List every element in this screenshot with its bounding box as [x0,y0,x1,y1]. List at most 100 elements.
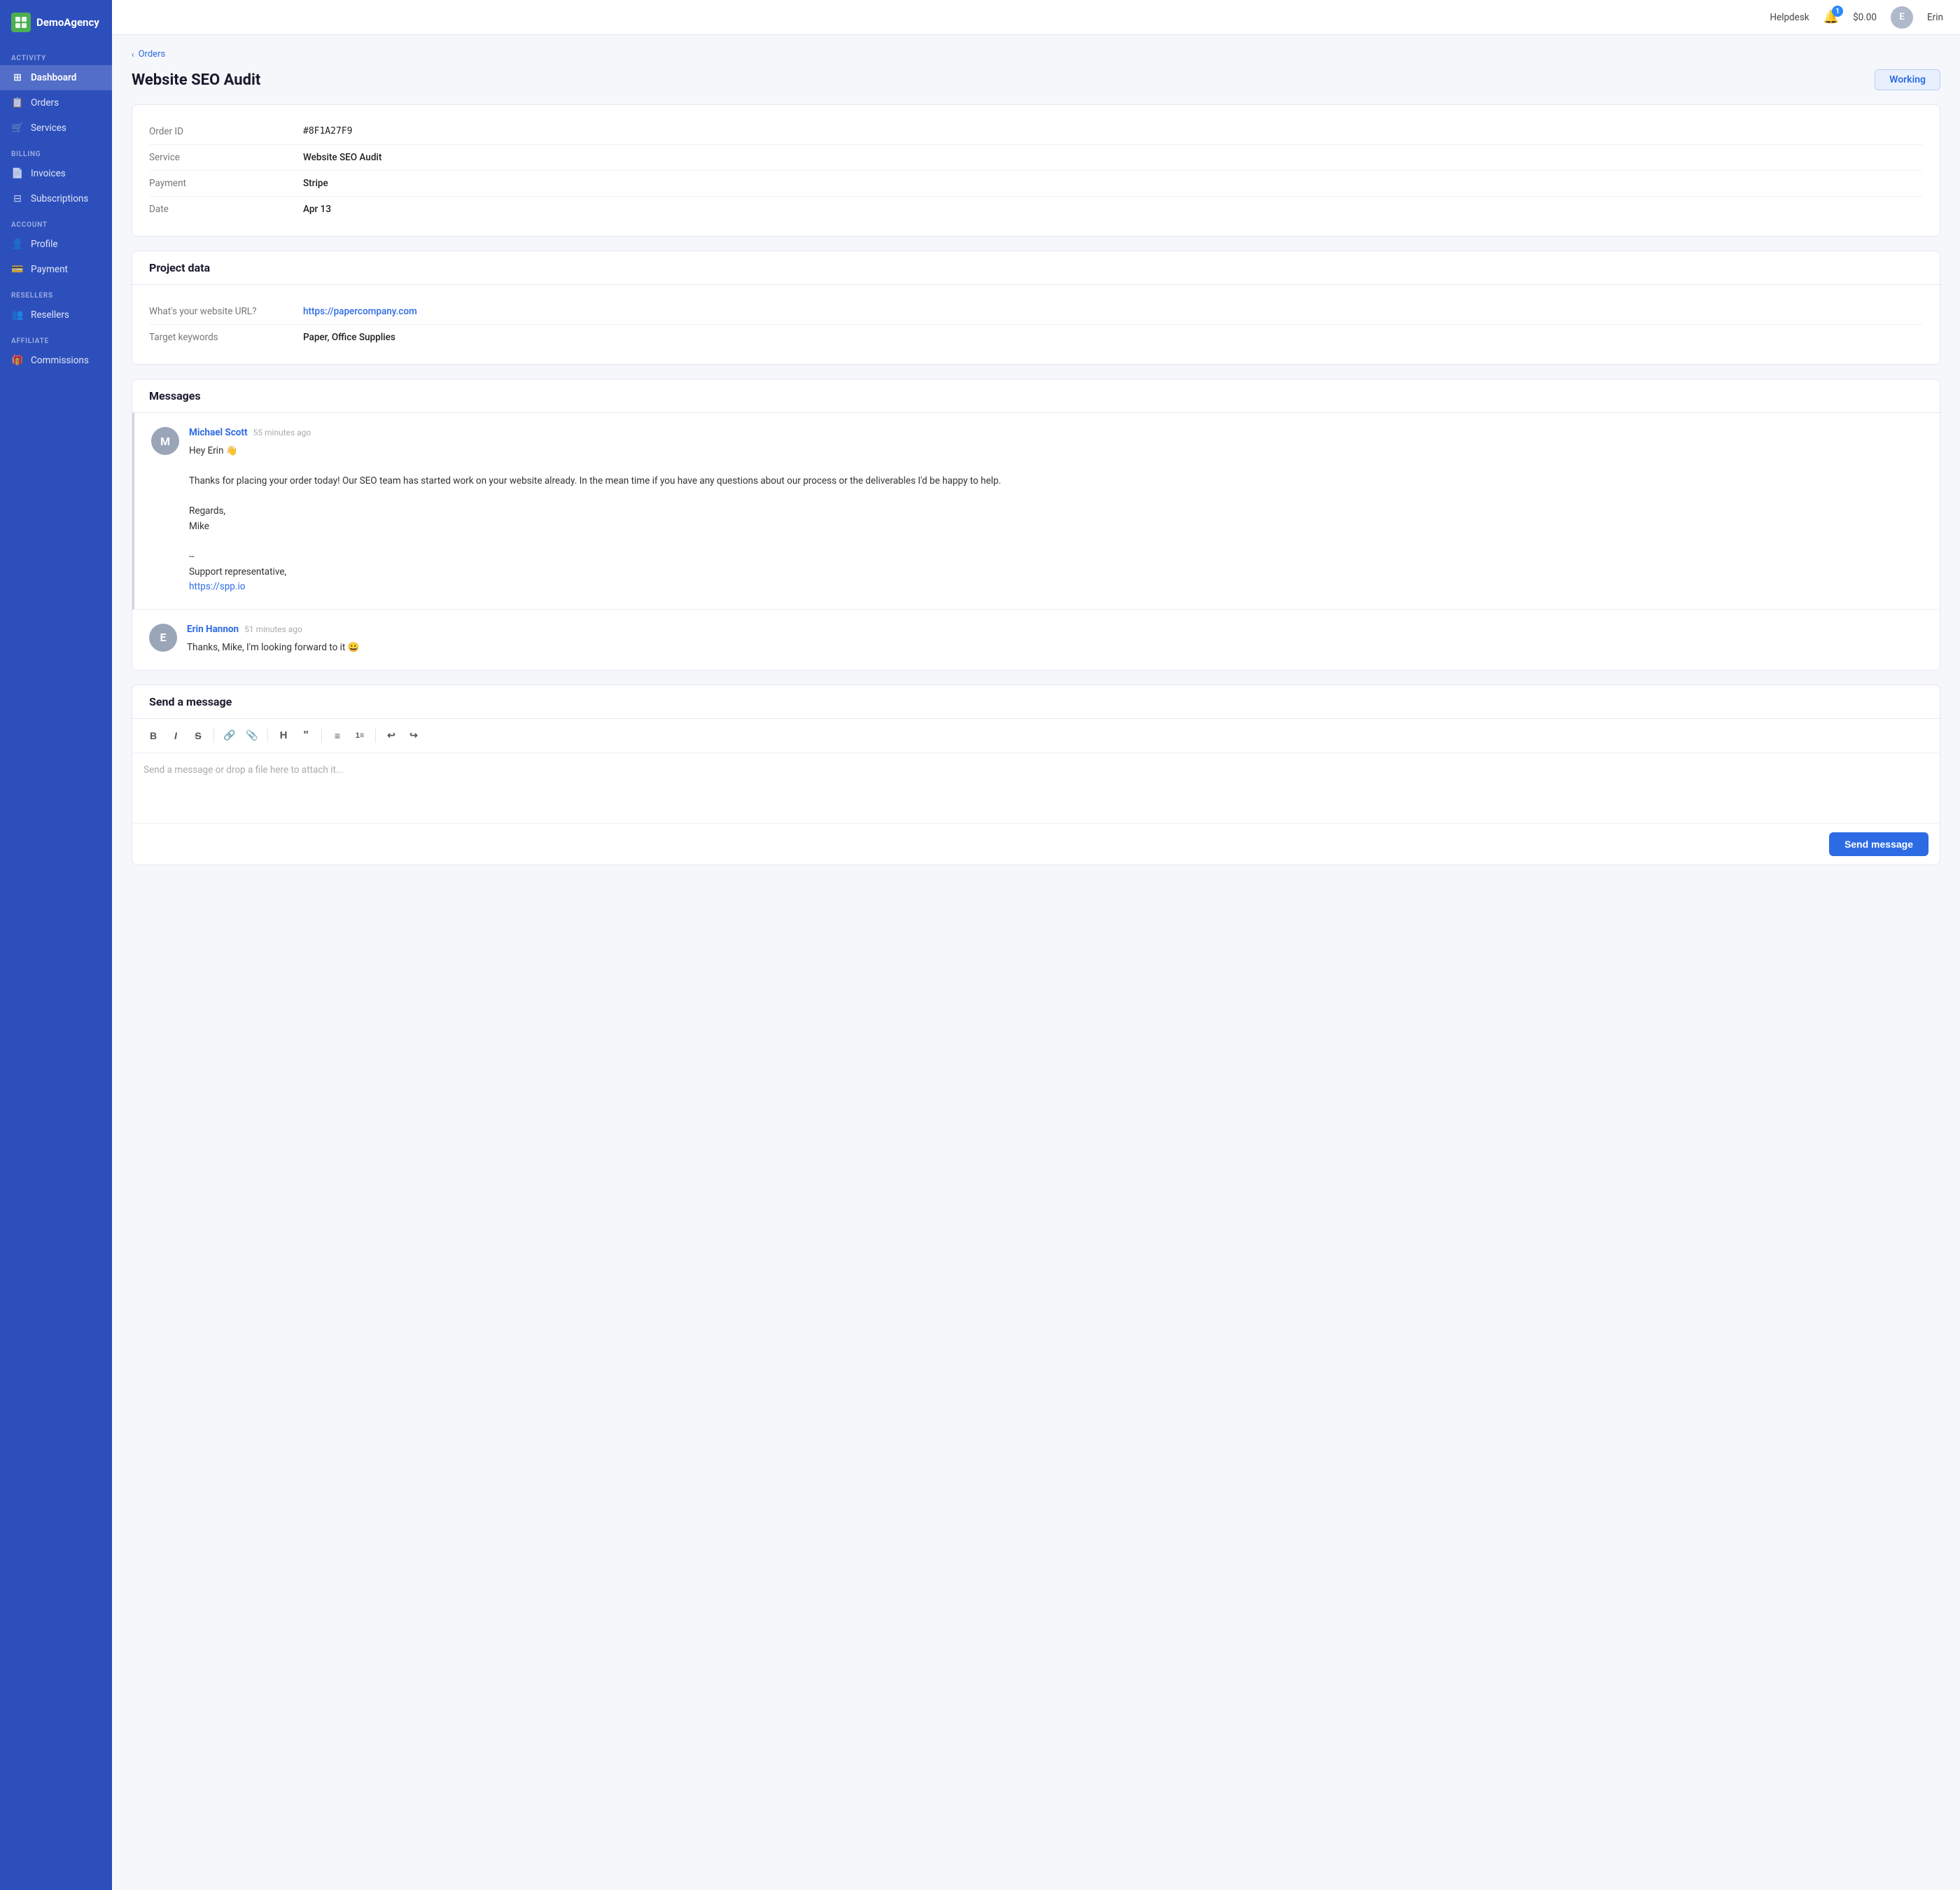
order-info-value: Stripe [303,178,328,189]
username-label[interactable]: Erin [1927,12,1943,23]
project-data-card: Project data What's your website URL?htt… [132,251,1940,365]
commissions-icon: 🎁 [11,354,24,367]
toolbar-btn-strikethrough[interactable]: S [188,726,208,746]
message-line: Thanks for placing your order today! Our… [189,475,1001,486]
order-info-value: #8F1A27F9 [303,126,352,136]
toolbar-btn-undo[interactable]: ↩ [382,726,401,746]
user-avatar[interactable]: E [1891,6,1913,29]
order-info-card: Order ID#8F1A27F9ServiceWebsite SEO Audi… [132,104,1940,237]
project-data-header: Project data [132,251,1940,285]
toolbar-btn-redo[interactable]: ↪ [404,726,424,746]
message-text: Hey Erin 👋Thanks for placing your order … [189,444,1923,595]
sidebar-item-label-profile: Profile [31,239,58,250]
app-name: DemoAgency [36,16,99,29]
toolbar-divider [321,729,322,743]
page-title: Website SEO Audit [132,71,260,89]
project-data-value[interactable]: https://papercompany.com [303,306,417,317]
messages-list: M Michael Scott 55 minutes ago Hey Erin 👋Th… [132,413,1940,670]
sidebar-section-label-billing: BILLING [0,141,112,161]
order-info-value: Website SEO Audit [303,152,382,163]
message-body: Michael Scott 55 minutes ago Hey Erin 👋Tha… [189,427,1923,595]
sidebar-nav: ACTIVITY ⊞ Dashboard 📋Orders 🛒 Services BILLIN… [0,45,112,373]
message-avatar: M [151,427,179,455]
sidebar-item-label-orders: Orders [31,97,59,108]
order-info-label: Payment [149,178,303,189]
toolbar-btn-attachment[interactable]: 📎 [242,726,262,746]
sidebar-item-label-invoices: Invoices [31,168,66,179]
sidebar-item-resellers[interactable]: 👥Resellers [0,302,112,328]
editor-area[interactable]: Send a message or drop a file here to at… [132,753,1940,823]
sidebar-item-payment[interactable]: 💳Payment [0,257,112,282]
toolbar-btn-link[interactable]: 🔗 [220,726,239,746]
sidebar-item-commissions[interactable]: 🎁 Commissions [0,348,112,373]
sidebar-section-label-activity: ACTIVITY [0,45,112,65]
sidebar-item-label-services: Services [31,122,66,134]
sidebar-item-services[interactable]: 🛒 Services [0,115,112,141]
notifications-bell[interactable]: 🔔 1 [1823,10,1839,24]
order-info-label: Service [149,152,303,163]
toolbar-btn-heading[interactable]: H [274,726,293,746]
sidebar-item-orders[interactable]: 📋Orders [0,90,112,115]
project-data-row: What's your website URL?https://papercom… [149,299,1923,325]
breadcrumb-parent: Orders [139,49,166,59]
order-info-row: DateApr 13 [149,197,1923,222]
project-data-label: What's your website URL? [149,306,303,317]
message-link[interactable]: https://spp.io [189,581,245,592]
send-message-button[interactable]: Send message [1829,832,1928,856]
main-area: Helpdesk 🔔 1 $0.00 E Erin ‹ Orders Websi… [112,0,1960,1890]
toolbar-btn-quote[interactable]: " [296,726,316,746]
order-info-row: PaymentStripe [149,171,1923,197]
message-sender: Erin Hannon [187,624,239,635]
app-logo[interactable]: DemoAgency [0,0,112,45]
toolbar-divider [375,729,376,743]
order-info-body: Order ID#8F1A27F9ServiceWebsite SEO Audi… [132,105,1940,236]
message-time: 51 minutes ago [244,624,302,634]
toolbar-btn-ordered-list[interactable]: 1≡ [350,726,370,746]
order-info-label: Date [149,204,303,215]
order-info-row: ServiceWebsite SEO Audit [149,145,1923,171]
message-item: EErin Hannon51 minutes agoThanks, Mike, … [132,610,1940,670]
page-content: ‹ Orders Website SEO Audit Working Order… [112,35,1960,1890]
message-line: Mike [189,521,209,532]
logo-icon [11,13,31,32]
services-icon: 🛒 [11,122,24,134]
message-line: Regards, [189,505,225,517]
breadcrumb-chevron: ‹ [132,50,134,59]
subscriptions-icon: ⊟ [11,192,24,205]
sidebar-item-label-commissions: Commissions [31,355,89,366]
notification-badge: 1 [1832,6,1843,17]
message-header: Erin Hannon 51 minutes ago [187,624,1923,635]
message-line: -- [189,551,194,562]
project-data-body: What's your website URL?https://papercom… [132,285,1940,364]
message-header: Michael Scott 55 minutes ago [189,427,1923,438]
message-sender: Michael Scott [189,427,248,438]
project-data-row: Target keywordsPaper, Office Supplies [149,325,1923,350]
send-message-section: Send a message BIS 🔗📎 H" ≡1≡ ↩↪ Send a messa… [132,685,1940,865]
sidebar-item-subscriptions[interactable]: ⊟Subscriptions [0,186,112,211]
dashboard-icon: ⊞ [11,71,24,84]
sidebar-item-profile[interactable]: 👤 Profile [0,232,112,257]
message-time: 55 minutes ago [253,428,312,438]
profile-icon: 👤 [11,238,24,251]
page-header: Website SEO Audit Working [132,69,1940,90]
send-message-header: Send a message [132,685,1940,719]
sidebar: DemoAgency ACTIVITY ⊞ Dashboard 📋Orders 🛒 Ser… [0,0,112,1890]
toolbar-divider [267,729,268,743]
breadcrumb[interactable]: ‹ Orders [132,49,1940,59]
order-info-label: Order ID [149,126,303,137]
project-data-value: Paper, Office Supplies [303,332,396,343]
sidebar-item-label-dashboard: Dashboard [31,72,76,83]
sidebar-item-label-payment: Payment [31,264,68,275]
toolbar-btn-italic[interactable]: I [166,726,186,746]
toolbar-btn-bold[interactable]: B [144,726,163,746]
account-balance[interactable]: $0.00 [1853,12,1877,23]
sidebar-item-dashboard[interactable]: ⊞ Dashboard [0,65,112,90]
sidebar-item-invoices[interactable]: 📄Invoices [0,161,112,186]
helpdesk-link[interactable]: Helpdesk [1770,12,1809,23]
toolbar-btn-bullet-list[interactable]: ≡ [328,726,347,746]
message-body: Erin Hannon51 minutes agoThanks, Mike, I… [187,624,1923,656]
send-footer: Send message [132,823,1940,864]
project-data-label: Target keywords [149,332,303,343]
order-info-row: Order ID#8F1A27F9 [149,119,1923,145]
sidebar-section-label-affiliate: AFFILIATE [0,328,112,348]
